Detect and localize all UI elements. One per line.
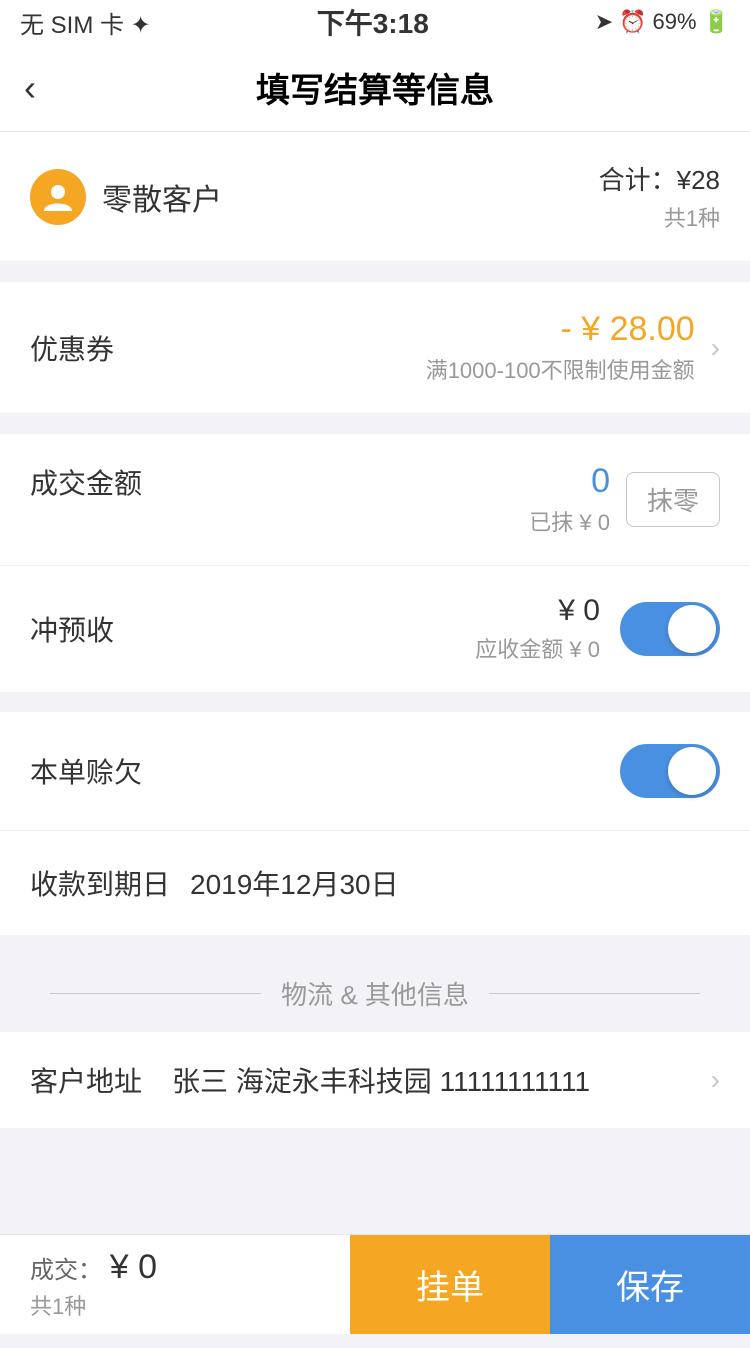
customer-row: 零散客户 合计：¥28 共1种: [0, 132, 750, 261]
footer-deal-row: 成交： ¥ 0: [30, 1248, 320, 1287]
pending-button[interactable]: 挂单: [350, 1235, 550, 1334]
coupon-label: 优惠券: [30, 328, 114, 368]
footer-left: 成交： ¥ 0 共1种: [0, 1235, 350, 1334]
deal-sub: 已抹 ¥ 0: [529, 505, 610, 537]
deal-section: 成交金额 0 已抹 ¥ 0 抹零 冲预收 ¥ 0 应收金额 ¥ 0: [0, 433, 750, 692]
address-value: 张三 海淀永丰科技园 11111111111: [172, 1060, 711, 1100]
save-button[interactable]: 保存: [550, 1235, 750, 1334]
prepay-toggle[interactable]: [620, 602, 720, 656]
nav-bar: ‹ 填写结算等信息: [0, 44, 750, 132]
battery-label: 69%: [653, 9, 697, 35]
logistics-header: 物流 & 其他信息: [0, 955, 750, 1032]
coupon-discount: - ¥ 28.00: [426, 310, 695, 349]
credit-toggle[interactable]: [620, 744, 720, 798]
credit-toggle-knob: [668, 747, 716, 795]
alarm-icon: ⏰: [619, 9, 646, 35]
toggle-knob: [668, 605, 716, 653]
deal-amount-label: 成交金额: [30, 462, 142, 502]
credit-label: 本单赊欠: [30, 751, 142, 791]
address-section: 客户地址 张三 海淀永丰科技园 11111111111 ›: [0, 1032, 750, 1128]
deal-value-block: 0 已抹 ¥ 0: [529, 462, 610, 537]
coupon-right: - ¥ 28.00 满1000-100不限制使用金额 ›: [426, 310, 720, 385]
prepay-main: ¥ 0: [475, 594, 600, 628]
footer-count: 共1种: [30, 1289, 320, 1321]
status-time: 下午3:18: [317, 2, 429, 42]
status-right: ➤ ⏰ 69% 🔋: [595, 9, 730, 35]
prepay-right: ¥ 0 应收金额 ¥ 0: [475, 594, 720, 664]
footer: 成交： ¥ 0 共1种 挂单 保存: [0, 1234, 750, 1334]
address-label: 客户地址: [30, 1060, 142, 1100]
footer-deal-amount: ¥ 0: [110, 1248, 157, 1286]
back-button[interactable]: ‹: [24, 67, 36, 109]
deal-right: 0 已抹 ¥ 0 抹零: [529, 462, 720, 537]
coupon-sub: 满1000-100不限制使用金额: [426, 353, 695, 385]
credit-section: 本单赊欠 收款到期日 2019年12月30日: [0, 712, 750, 935]
customer-section: 零散客户 合计：¥28 共1种: [0, 132, 750, 261]
credit-row: 本单赊欠: [0, 712, 750, 830]
total-count: 共1种: [599, 201, 720, 233]
customer-avatar: [30, 169, 86, 225]
customer-info-left: 零散客户: [30, 169, 222, 225]
deal-amount-row: 成交金额 0 已抹 ¥ 0 抹零: [0, 433, 750, 565]
status-bar: 无 SIM 卡 ✦ 下午3:18 ➤ ⏰ 69% 🔋: [0, 0, 750, 44]
due-date-label: 收款到期日: [30, 863, 170, 903]
coupon-row[interactable]: 优惠券 - ¥ 28.00 满1000-100不限制使用金额 ›: [0, 281, 750, 413]
due-date-row: 收款到期日 2019年12月30日: [0, 830, 750, 935]
deal-number: 0: [529, 462, 610, 501]
footer-deal-label: 成交：: [30, 1257, 102, 1284]
prepay-row: 冲预收 ¥ 0 应收金额 ¥ 0: [0, 565, 750, 692]
prepay-label: 冲预收: [30, 609, 114, 649]
sim-label: 无 SIM 卡 ✦: [20, 5, 151, 40]
total-amount: 合计：¥28: [599, 160, 720, 197]
customer-info-right: 合计：¥28 共1种: [599, 160, 720, 233]
round-button[interactable]: 抹零: [626, 472, 720, 527]
chevron-right-icon: ›: [711, 332, 720, 364]
due-date-value: 2019年12月30日: [190, 863, 399, 903]
user-icon: [40, 179, 76, 215]
location-icon: ➤: [595, 9, 613, 35]
address-row[interactable]: 客户地址 张三 海淀永丰科技园 11111111111 ›: [0, 1032, 750, 1128]
logistics-title: 物流 & 其他信息: [281, 975, 469, 1012]
prepay-sub: 应收金额 ¥ 0: [475, 632, 600, 664]
page-title: 填写结算等信息: [256, 63, 494, 112]
battery-icon: 🔋: [703, 9, 730, 35]
status-left: 无 SIM 卡 ✦: [20, 5, 151, 40]
coupon-section: 优惠券 - ¥ 28.00 满1000-100不限制使用金额 ›: [0, 281, 750, 413]
coupon-value-block: - ¥ 28.00 满1000-100不限制使用金额: [426, 310, 695, 385]
prepay-value-block: ¥ 0 应收金额 ¥ 0: [475, 594, 600, 664]
customer-name: 零散客户: [102, 175, 222, 219]
address-chevron-icon: ›: [711, 1064, 720, 1096]
